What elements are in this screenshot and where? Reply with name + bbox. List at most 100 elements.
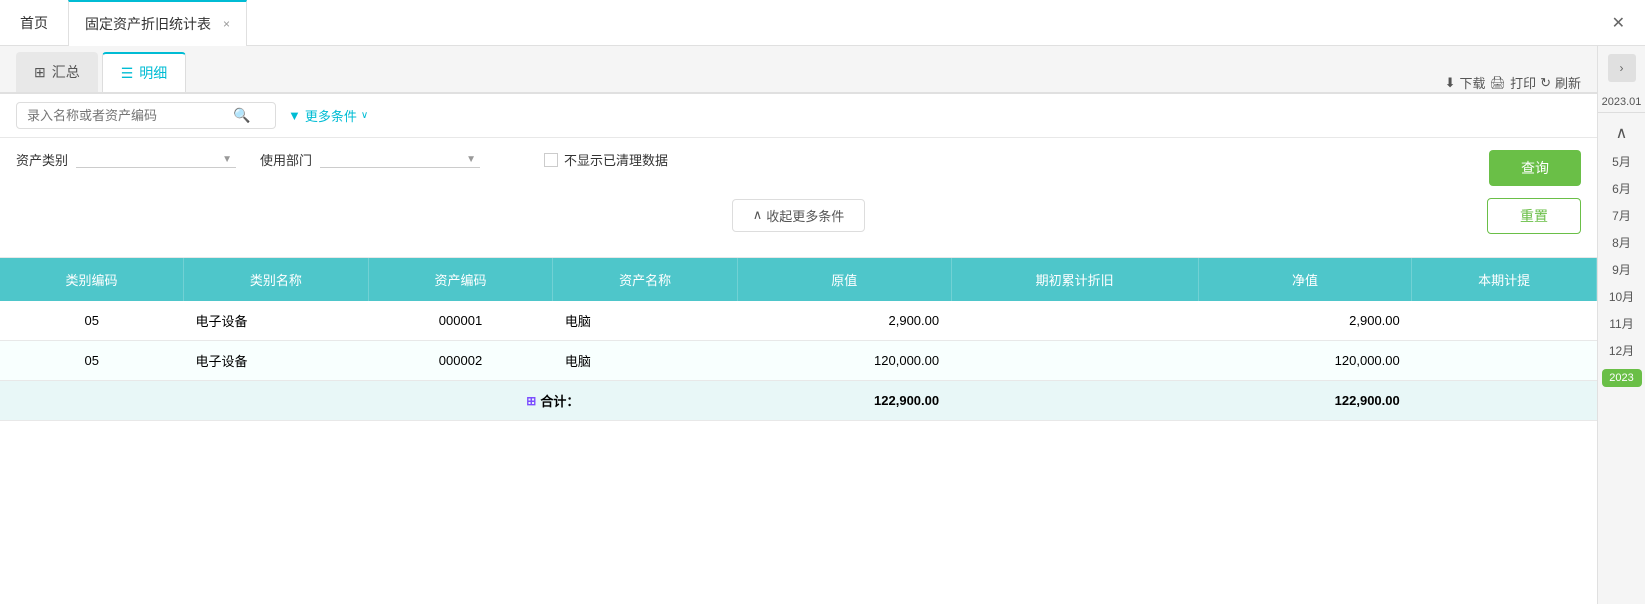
col-original-value: 原值 — [738, 258, 952, 301]
filter-row: 资产类别 ▼ 使用部门 ▼ 不显示已清理数据 — [16, 150, 1581, 169]
cell-category-name: 电子设备 — [183, 341, 368, 381]
tab-active[interactable]: 固定资产折旧统计表 × — [68, 0, 247, 46]
tab-active-label: 固定资产折旧统计表 — [85, 2, 211, 46]
table-header-row: 类别编码 类别名称 资产编码 资产名称 原值 期初累计折旧 净值 本期计提 — [0, 258, 1597, 301]
cell-net-value: 120,000.00 — [1198, 341, 1412, 381]
tab-summary[interactable]: ⊞ 汇总 — [16, 52, 98, 92]
total-cell-empty1 — [0, 381, 183, 421]
hide-cleared-filter: 不显示已清理数据 — [544, 150, 668, 169]
month-5[interactable]: 5月 — [1602, 149, 1642, 174]
main-content: ⊞ 汇总 ☰ 明细 ⬇ 下载 🖨 打印 ↻ 刷新 — [0, 46, 1645, 604]
department-arrow-icon: ▼ — [466, 154, 476, 165]
detail-icon: ☰ — [121, 65, 134, 82]
total-original-value: 122,900.00 — [738, 381, 952, 421]
cell-asset-code: 000002 — [368, 341, 553, 381]
asset-category-filter: 资产类别 ▼ — [16, 150, 236, 169]
search-bar: 🔍 ▼ 更多条件 ∨ — [0, 94, 1597, 138]
date-display: 2023.01 — [1598, 92, 1645, 113]
asset-category-arrow-icon: ▼ — [222, 154, 232, 165]
data-table: 类别编码 类别名称 资产编码 资产名称 原值 期初累计折旧 净值 本期计提 05… — [0, 258, 1597, 421]
asset-category-select[interactable]: ▼ — [76, 152, 236, 168]
download-label: 下载 — [1460, 73, 1486, 92]
query-button[interactable]: 查询 — [1489, 150, 1581, 186]
tab-detail-label: 明细 — [139, 63, 167, 83]
calc-icon: ⊞ — [526, 394, 536, 408]
year-badge[interactable]: 2023 — [1602, 369, 1642, 387]
search-input-wrapper: 🔍 — [16, 102, 276, 129]
cell-original-value: 2,900.00 — [738, 301, 952, 341]
total-accumulated-depreciation — [951, 381, 1198, 421]
cell-current-depreciation — [1412, 341, 1597, 381]
table-row: 05 电子设备 000002 电脑 120,000.00 120,000.00 — [0, 341, 1597, 381]
table-row: 05 电子设备 000001 电脑 2,900.00 2,900.00 — [0, 301, 1597, 341]
month-item-up-arrow[interactable]: ∧ — [1602, 119, 1642, 147]
col-category-code: 类别编码 — [0, 258, 183, 301]
col-category-name: 类别名称 — [183, 258, 368, 301]
month-8[interactable]: 8月 — [1602, 230, 1642, 255]
refresh-button[interactable]: ↻ 刷新 — [1540, 73, 1581, 92]
cell-accumulated-depreciation — [951, 341, 1198, 381]
search-icon: 🔍 — [233, 107, 250, 124]
refresh-label: 刷新 — [1555, 73, 1581, 92]
right-panel: › 2023.01 ∧ 5月 6月 7月 8月 9月 10月 11月 12月 2… — [1597, 46, 1645, 604]
col-net-value: 净值 — [1198, 258, 1412, 301]
collapse-row: ∧ 收起更多条件 — [16, 191, 1581, 232]
table-wrapper: 类别编码 类别名称 资产编码 资产名称 原值 期初累计折旧 净值 本期计提 05… — [0, 258, 1597, 604]
print-label: 打印 — [1510, 73, 1536, 92]
chevron-down-icon: ∨ — [361, 110, 368, 121]
cell-asset-name: 电脑 — [553, 301, 738, 341]
left-panel: ⊞ 汇总 ☰ 明细 ⬇ 下载 🖨 打印 ↻ 刷新 — [0, 46, 1597, 604]
download-icon: ⬇ — [1445, 75, 1456, 91]
download-button[interactable]: ⬇ 下载 — [1445, 73, 1486, 92]
right-expand-button[interactable]: › — [1608, 54, 1636, 82]
cell-original-value: 120,000.00 — [738, 341, 952, 381]
tab-detail[interactable]: ☰ 明细 — [102, 52, 187, 92]
collapse-button[interactable]: ∧ 收起更多条件 — [732, 199, 866, 232]
department-select[interactable]: ▼ — [320, 152, 480, 168]
cell-category-code: 05 — [0, 301, 183, 341]
tab-home[interactable]: 首页 — [0, 0, 68, 46]
more-conditions-button[interactable]: ▼ 更多条件 ∨ — [288, 106, 368, 125]
month-10[interactable]: 10月 — [1602, 284, 1642, 309]
col-current-depreciation: 本期计提 — [1412, 258, 1597, 301]
month-6[interactable]: 6月 — [1602, 176, 1642, 201]
month-12[interactable]: 12月 — [1602, 338, 1642, 363]
department-filter: 使用部门 ▼ — [260, 150, 480, 169]
cell-current-depreciation — [1412, 301, 1597, 341]
cell-accumulated-depreciation — [951, 301, 1198, 341]
sub-tabs-bar: ⊞ 汇总 ☰ 明细 ⬇ 下载 🖨 打印 ↻ 刷新 — [0, 46, 1597, 94]
search-input[interactable] — [27, 108, 227, 123]
total-current-depreciation — [1412, 381, 1597, 421]
filter-area: 资产类别 ▼ 使用部门 ▼ 不显示已清理数据 — [0, 138, 1597, 258]
total-cell-empty2 — [183, 381, 368, 421]
col-asset-name: 资产名称 — [553, 258, 738, 301]
window-close-button[interactable]: ✕ — [1612, 13, 1625, 33]
top-bar: 首页 固定资产折旧统计表 × ✕ — [0, 0, 1645, 46]
cell-category-name: 电子设备 — [183, 301, 368, 341]
month-11[interactable]: 11月 — [1602, 311, 1642, 336]
tab-close-icon[interactable]: × — [223, 2, 230, 46]
summary-icon: ⊞ — [34, 64, 46, 81]
print-button[interactable]: 🖨 打印 — [1490, 73, 1537, 92]
total-label-cell: ⊞ 合计： — [368, 381, 737, 421]
collapse-up-icon: ∧ — [753, 207, 763, 223]
month-7[interactable]: 7月 — [1602, 203, 1642, 228]
tab-summary-label: 汇总 — [52, 62, 80, 82]
total-label-text: 合计： — [540, 391, 579, 410]
table-total-row: ⊞ 合计： 122,900.00 122,900.00 — [0, 381, 1597, 421]
more-conditions-label: 更多条件 — [305, 106, 357, 125]
refresh-icon: ↻ — [1540, 75, 1551, 91]
cell-category-code: 05 — [0, 341, 183, 381]
cell-asset-code: 000001 — [368, 301, 553, 341]
month-9[interactable]: 9月 — [1602, 257, 1642, 282]
cell-asset-name: 电脑 — [553, 341, 738, 381]
asset-category-label: 资产类别 — [16, 150, 68, 169]
collapse-label: 收起更多条件 — [766, 206, 844, 225]
reset-button[interactable]: 重置 — [1487, 198, 1581, 234]
hide-cleared-checkbox[interactable] — [544, 153, 558, 167]
print-icon: 🖨 — [1490, 75, 1507, 91]
department-label: 使用部门 — [260, 150, 312, 169]
hide-cleared-label: 不显示已清理数据 — [564, 150, 668, 169]
col-accumulated-depreciation: 期初累计折旧 — [951, 258, 1198, 301]
col-asset-code: 资产编码 — [368, 258, 553, 301]
